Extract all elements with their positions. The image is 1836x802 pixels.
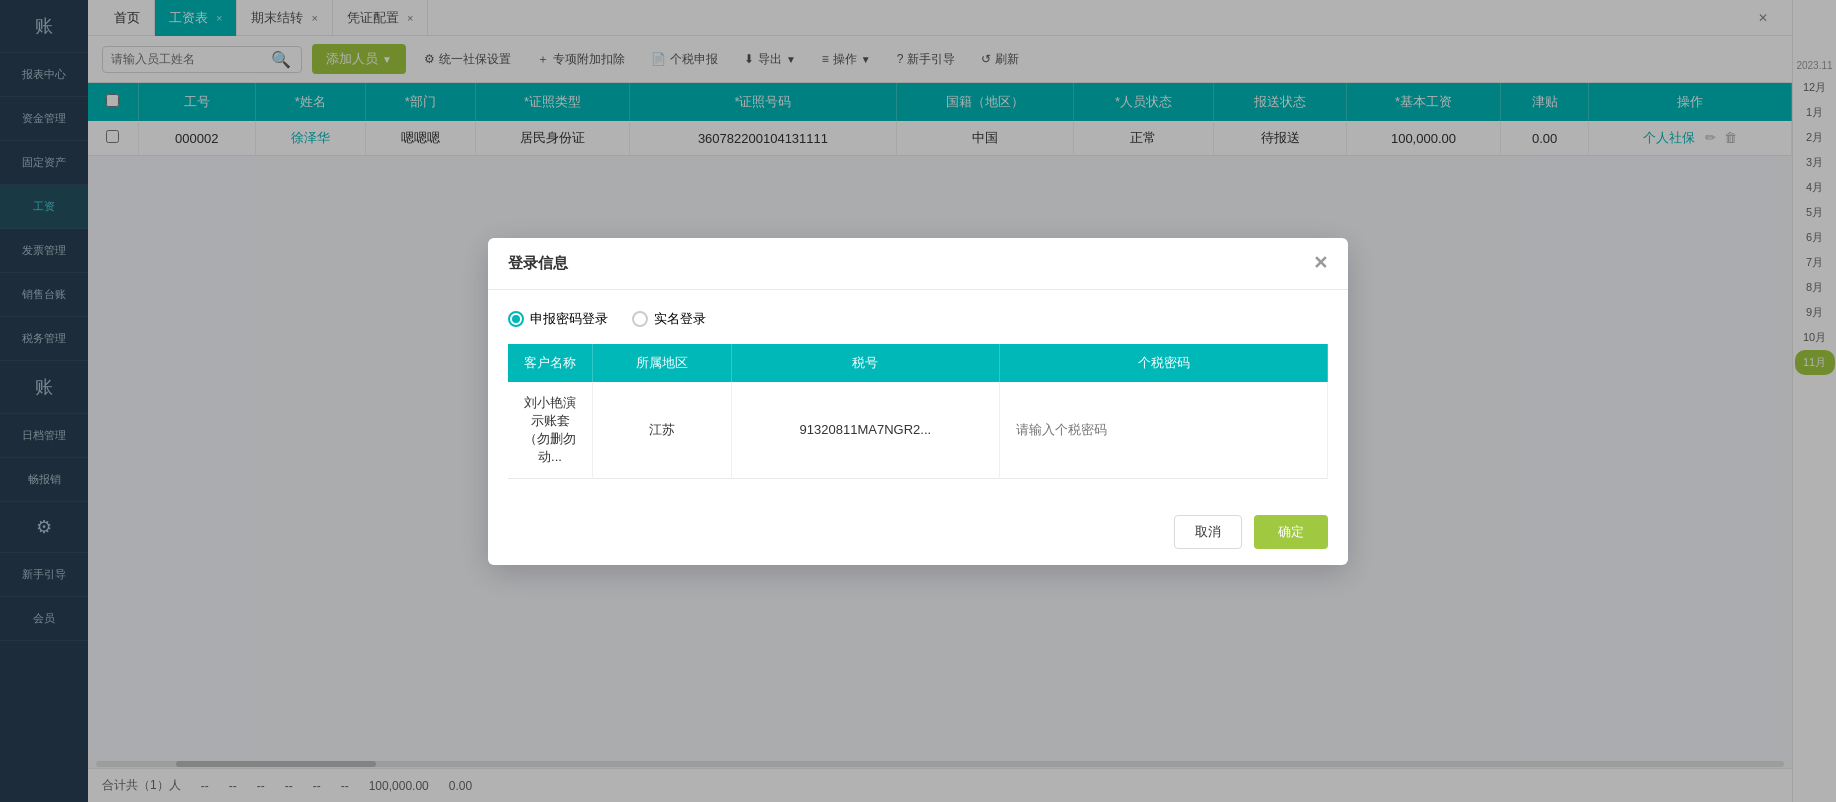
dialog-client-taxno: 91320811MA7NGR2... [731, 382, 999, 479]
dialog-title: 登录信息 [508, 254, 568, 273]
radio-group: 申报密码登录 实名登录 [508, 310, 1328, 328]
dialog-col-taxno: 税号 [731, 344, 999, 382]
dialog-password-input[interactable] [1016, 422, 1311, 437]
dialog-password-input-cell[interactable] [1000, 382, 1328, 479]
dialog-close-button[interactable]: ✕ [1313, 254, 1328, 272]
radio-password-login[interactable]: 申报密码登录 [508, 310, 608, 328]
dialog-overlay: 登录信息 ✕ 申报密码登录 实名登录 客户名称 [0, 0, 1836, 802]
dialog-footer: 取消 确定 [488, 499, 1348, 565]
dialog-body: 申报密码登录 实名登录 客户名称 所属地区 税号 个税密码 [488, 290, 1348, 499]
dialog-col-name: 客户名称 [508, 344, 593, 382]
radio-realname-login[interactable]: 实名登录 [632, 310, 706, 328]
dialog-col-password: 个税密码 [1000, 344, 1328, 382]
dialog-col-region: 所属地区 [593, 344, 732, 382]
login-dialog: 登录信息 ✕ 申报密码登录 实名登录 客户名称 [488, 238, 1348, 565]
dialog-client-region: 江苏 [593, 382, 732, 479]
cancel-button[interactable]: 取消 [1174, 515, 1242, 549]
confirm-button[interactable]: 确定 [1254, 515, 1328, 549]
dialog-client-table: 客户名称 所属地区 税号 个税密码 刘小艳演示账套（勿删勿动... 江苏 913… [508, 344, 1328, 479]
radio-password-circle [508, 311, 524, 327]
dialog-header: 登录信息 ✕ [488, 238, 1348, 290]
radio-realname-circle [632, 311, 648, 327]
dialog-table-row: 刘小艳演示账套（勿删勿动... 江苏 91320811MA7NGR2... [508, 382, 1328, 479]
dialog-client-name: 刘小艳演示账套（勿删勿动... [508, 382, 593, 479]
